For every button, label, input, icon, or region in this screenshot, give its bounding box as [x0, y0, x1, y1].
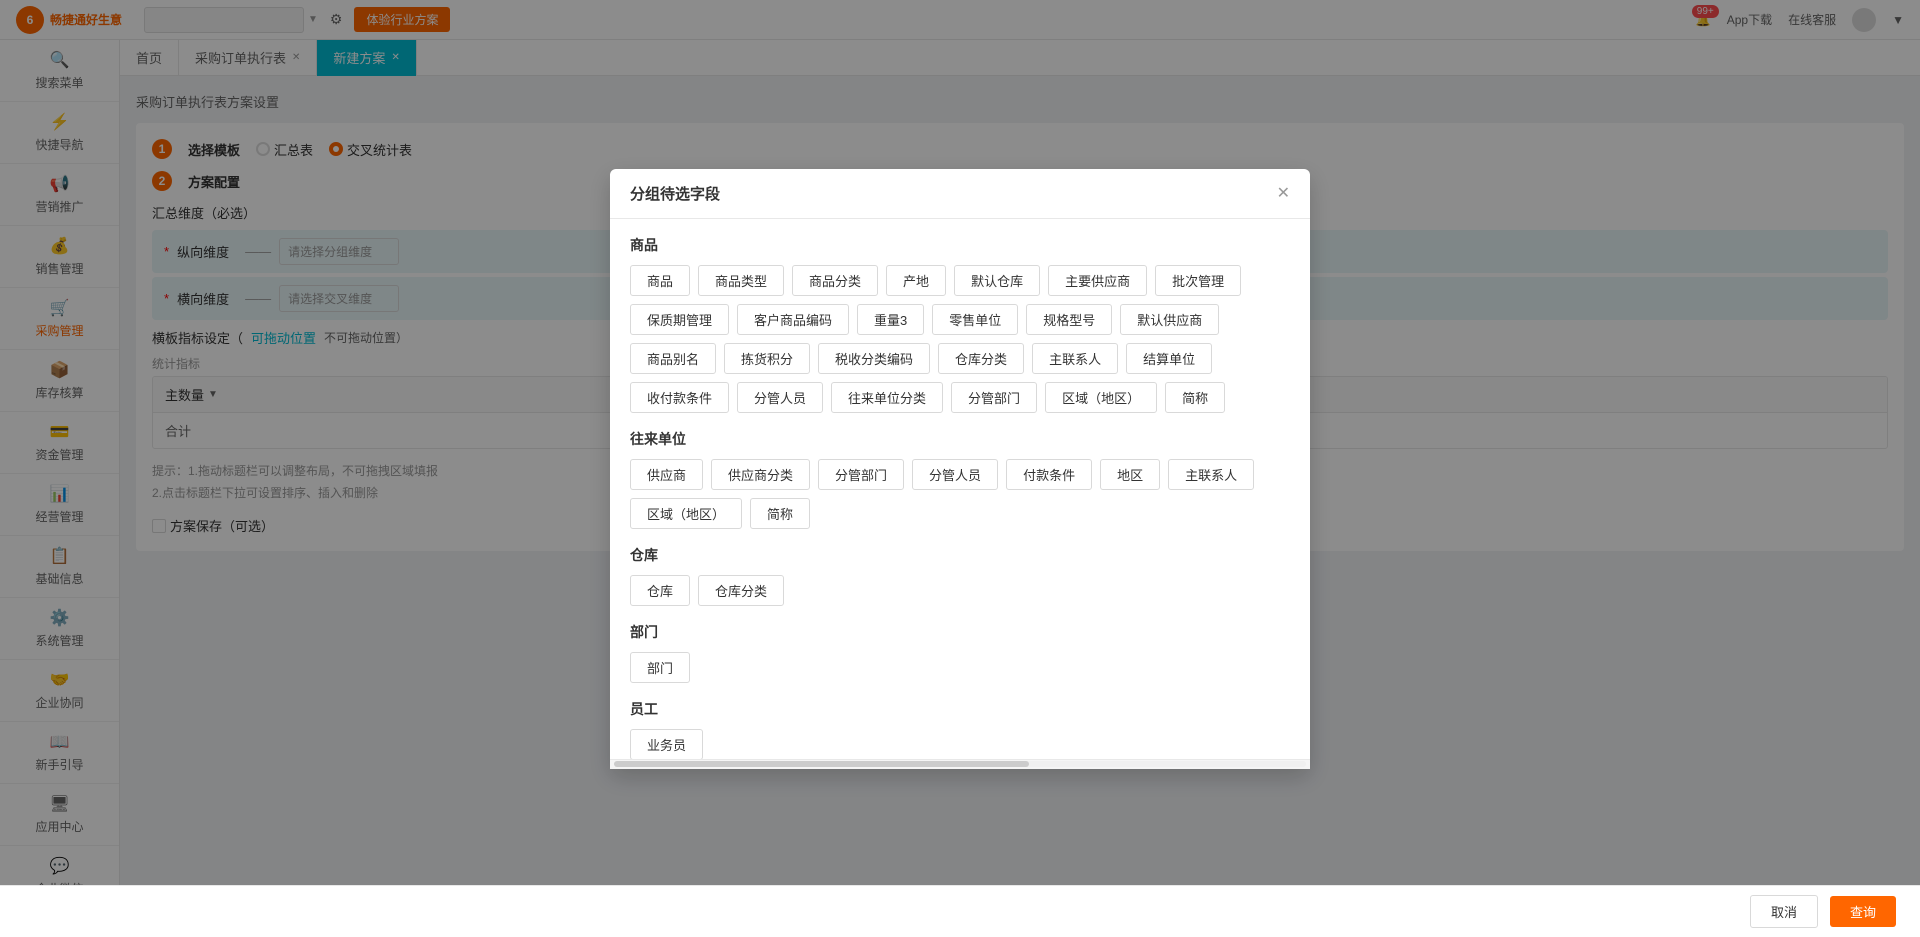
- chip-goods-8[interactable]: 客户商品编码: [737, 304, 849, 335]
- section-warehouse-chips: 仓库 仓库分类: [630, 575, 1290, 606]
- modal: 分组待选字段 ✕ 商品 商品 商品类型 商品分类 产地 默认仓库 主要供应商 批…: [610, 169, 1310, 769]
- chip-goods-18[interactable]: 结算单位: [1126, 343, 1212, 374]
- chip-goods-16[interactable]: 仓库分类: [938, 343, 1024, 374]
- bottom-action-bar: 取消 查询: [0, 885, 1920, 937]
- section-warehouse: 仓库 仓库 仓库分类: [630, 545, 1290, 606]
- chip-partner-8[interactable]: 简称: [750, 498, 810, 529]
- section-department-chips: 部门: [630, 652, 1290, 683]
- chip-partner-1[interactable]: 供应商分类: [711, 459, 810, 490]
- modal-header: 分组待选字段 ✕: [610, 169, 1310, 219]
- chip-partner-3[interactable]: 分管人员: [912, 459, 998, 490]
- section-partner-chips: 供应商 供应商分类 分管部门 分管人员 付款条件 地区 主联系人 区域（地区） …: [630, 459, 1290, 529]
- chip-goods-5[interactable]: 主要供应商: [1048, 265, 1147, 296]
- modal-title: 分组待选字段: [630, 183, 720, 204]
- chip-goods-19[interactable]: 收付款条件: [630, 382, 729, 413]
- chip-department-0[interactable]: 部门: [630, 652, 690, 683]
- chip-goods-22[interactable]: 分管部门: [951, 382, 1037, 413]
- chip-partner-2[interactable]: 分管部门: [818, 459, 904, 490]
- chip-goods-21[interactable]: 往来单位分类: [831, 382, 943, 413]
- section-employee: 员工 业务员: [630, 699, 1290, 759]
- chip-partner-6[interactable]: 主联系人: [1168, 459, 1254, 490]
- confirm-button[interactable]: 查询: [1830, 896, 1896, 927]
- chip-goods-4[interactable]: 默认仓库: [954, 265, 1040, 296]
- modal-scrollbar-h[interactable]: [610, 759, 1310, 769]
- modal-overlay: 分组待选字段 ✕ 商品 商品 商品类型 商品分类 产地 默认仓库 主要供应商 批…: [0, 0, 1920, 937]
- chip-goods-3[interactable]: 产地: [886, 265, 946, 296]
- scrollbar-thumb-h: [614, 761, 1029, 767]
- chip-goods-23[interactable]: 区域（地区）: [1045, 382, 1157, 413]
- chip-goods-2[interactable]: 商品分类: [792, 265, 878, 296]
- chip-partner-4[interactable]: 付款条件: [1006, 459, 1092, 490]
- cancel-button[interactable]: 取消: [1750, 895, 1818, 928]
- chip-goods-24[interactable]: 简称: [1165, 382, 1225, 413]
- chip-goods-17[interactable]: 主联系人: [1032, 343, 1118, 374]
- chip-goods-9[interactable]: 重量3: [857, 304, 924, 335]
- chip-warehouse-1[interactable]: 仓库分类: [698, 575, 784, 606]
- chip-employee-0[interactable]: 业务员: [630, 729, 703, 759]
- scrollbar-track-h: [614, 761, 1306, 767]
- chip-partner-5[interactable]: 地区: [1100, 459, 1160, 490]
- modal-close-icon[interactable]: ✕: [1277, 183, 1290, 203]
- chip-goods-12[interactable]: 默认供应商: [1120, 304, 1219, 335]
- section-goods: 商品 商品 商品类型 商品分类 产地 默认仓库 主要供应商 批次管理 保质期管理…: [630, 235, 1290, 413]
- section-department: 部门 部门: [630, 622, 1290, 683]
- section-partner: 往来单位 供应商 供应商分类 分管部门 分管人员 付款条件 地区 主联系人 区域…: [630, 429, 1290, 529]
- chip-goods-0[interactable]: 商品: [630, 265, 690, 296]
- section-employee-chips: 业务员: [630, 729, 1290, 759]
- chip-partner-0[interactable]: 供应商: [630, 459, 703, 490]
- chip-goods-10[interactable]: 零售单位: [932, 304, 1018, 335]
- chip-partner-7[interactable]: 区域（地区）: [630, 498, 742, 529]
- section-department-title: 部门: [630, 622, 1290, 642]
- chip-goods-15[interactable]: 税收分类编码: [818, 343, 930, 374]
- section-warehouse-title: 仓库: [630, 545, 1290, 565]
- section-goods-chips: 商品 商品类型 商品分类 产地 默认仓库 主要供应商 批次管理 保质期管理 客户…: [630, 265, 1290, 413]
- chip-goods-1[interactable]: 商品类型: [698, 265, 784, 296]
- section-partner-title: 往来单位: [630, 429, 1290, 449]
- chip-goods-6[interactable]: 批次管理: [1155, 265, 1241, 296]
- chip-goods-11[interactable]: 规格型号: [1026, 304, 1112, 335]
- chip-warehouse-0[interactable]: 仓库: [630, 575, 690, 606]
- section-goods-title: 商品: [630, 235, 1290, 255]
- chip-goods-7[interactable]: 保质期管理: [630, 304, 729, 335]
- chip-goods-20[interactable]: 分管人员: [737, 382, 823, 413]
- chip-goods-14[interactable]: 拣货积分: [724, 343, 810, 374]
- chip-goods-13[interactable]: 商品别名: [630, 343, 716, 374]
- modal-body[interactable]: 商品 商品 商品类型 商品分类 产地 默认仓库 主要供应商 批次管理 保质期管理…: [610, 219, 1310, 759]
- section-employee-title: 员工: [630, 699, 1290, 719]
